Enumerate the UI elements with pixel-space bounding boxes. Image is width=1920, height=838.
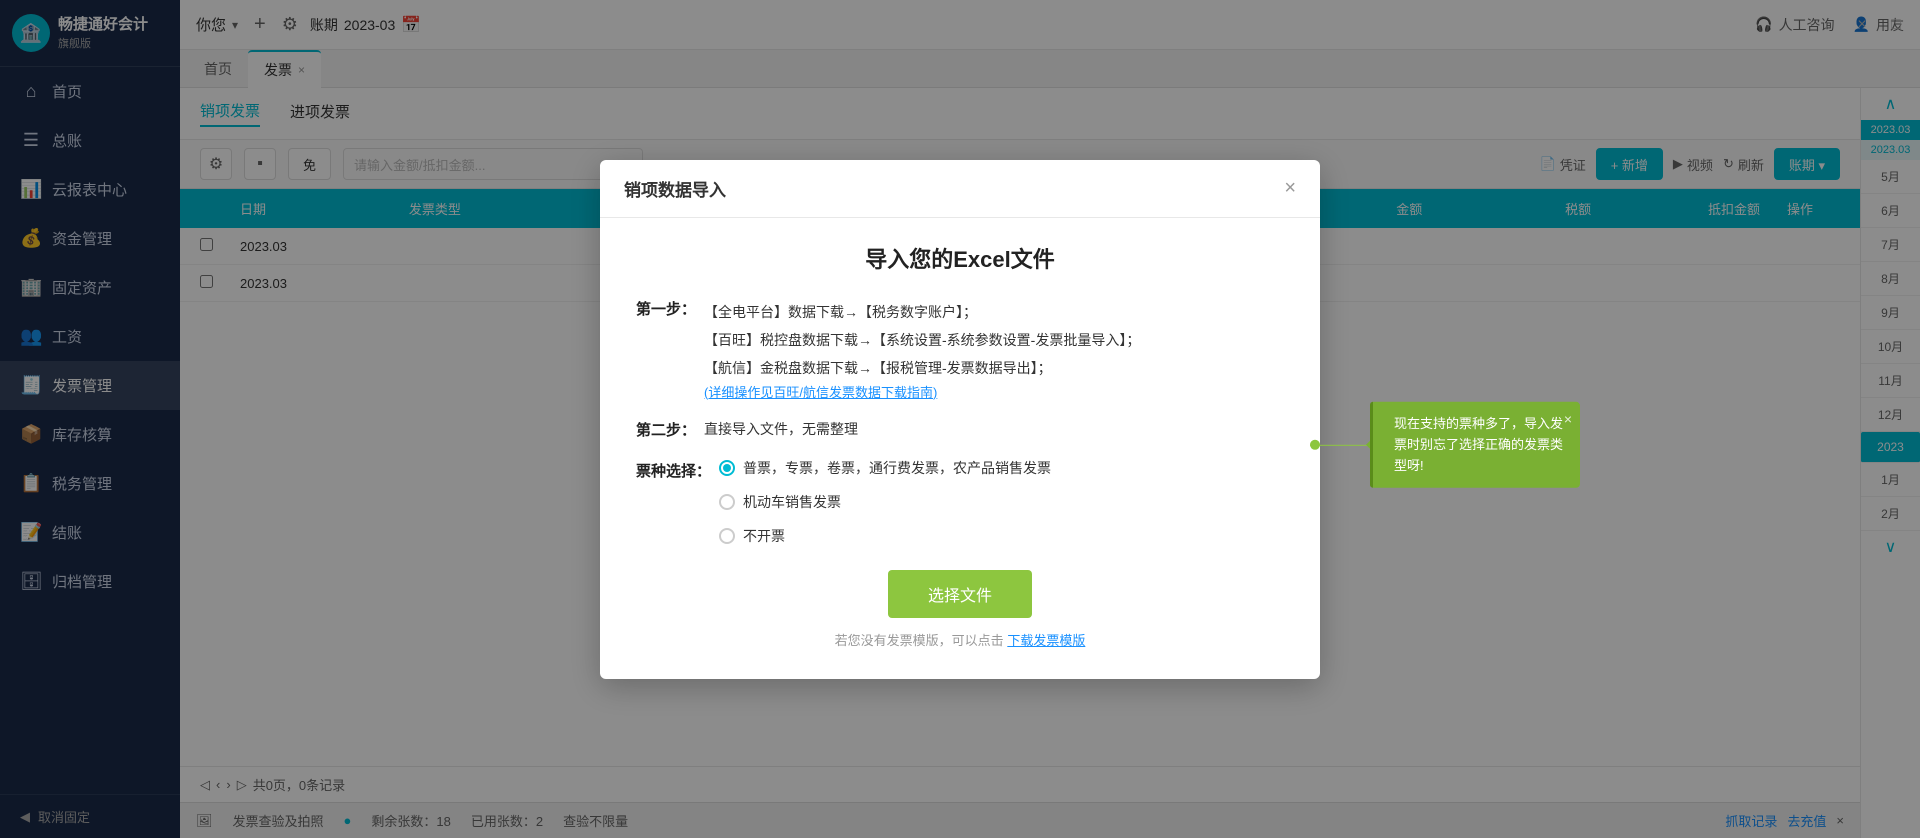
radio-group: 普票，专票，卷票，通行费发票，农产品销售发票 机动车销售发票 不开票 — [719, 458, 1051, 546]
modal-header: 销项数据导入 × — [600, 160, 1320, 218]
tooltip-dot — [1310, 440, 1320, 450]
radio1-label: 普票，专票，卷票，通行费发票，农产品销售发票 — [743, 458, 1051, 478]
tooltip-container: 现在支持的票种多了，导入发票时别忘了选择正确的发票类型呀! × — [1310, 402, 1580, 488]
tooltip-box: 现在支持的票种多了，导入发票时别忘了选择正确的发票类型呀! × — [1370, 402, 1580, 488]
ticket-label: 票种选择： — [636, 460, 711, 481]
radio3-label: 不开票 — [743, 526, 785, 546]
radio-item-1[interactable]: 普票，专票，卷票，通行费发票，农产品销售发票 — [719, 458, 1051, 478]
window-controls: × □ — [1838, 0, 1920, 50]
step2-content: 直接导入文件，无需整理 — [704, 419, 858, 439]
window-maximize-button[interactable]: □ — [1882, 11, 1910, 39]
modal-body: 导入您的Excel文件 第一步： 【全电平台】数据下载→【税务数字账户】； 【百… — [600, 218, 1320, 679]
step1-line2: 【百旺】税控盘数据下载→【系统设置-系统参数设置-发票批量导入】； — [704, 326, 1140, 354]
download-template-link[interactable]: 下载发票模版 — [1007, 633, 1085, 648]
radio-circle-3 — [719, 528, 735, 544]
tooltip-text: 现在支持的票种多了，导入发票时别忘了选择正确的发票类型呀! — [1394, 416, 1563, 473]
radio-circle-2 — [719, 494, 735, 510]
window-close-button[interactable]: × — [1848, 11, 1876, 39]
modal-overlay: 销项数据导入 × 导入您的Excel文件 第一步： 【全电平台】数据下载→【税务… — [0, 0, 1920, 838]
modal-btn-row: 选择文件 — [636, 570, 1284, 618]
modal-title: 销项数据导入 — [624, 176, 726, 201]
tooltip-accent-bar — [1370, 402, 1373, 488]
step1-note[interactable]: (详细操作见百旺/航信发票数据下载指南) — [704, 382, 1140, 401]
select-file-button[interactable]: 选择文件 — [888, 570, 1032, 618]
radio-item-3[interactable]: 不开票 — [719, 526, 1051, 546]
footer-text: 若您没有发票模版，可以点击 — [835, 633, 1004, 648]
import-title: 导入您的Excel文件 — [636, 242, 1284, 274]
radio-dot-1 — [723, 464, 731, 472]
step1-line3: 【航信】金税盘数据下载→【报税管理-发票数据导出】； — [704, 354, 1140, 382]
step2: 第二步： 直接导入文件，无需整理 — [636, 419, 1284, 440]
step1-label: 第一步： — [636, 298, 696, 401]
import-modal: 销项数据导入 × 导入您的Excel文件 第一步： 【全电平台】数据下载→【税务… — [600, 160, 1320, 679]
radio-circle-1 — [719, 460, 735, 476]
modal-footer: 若您没有发票模版，可以点击 下载发票模版 — [636, 630, 1284, 649]
radio-item-2[interactable]: 机动车销售发票 — [719, 492, 1051, 512]
modal-close-button[interactable]: × — [1284, 178, 1296, 198]
step1-line1: 【全电平台】数据下载→【税务数字账户】； — [704, 298, 1140, 326]
step2-label: 第二步： — [636, 419, 696, 440]
tooltip-close-button[interactable]: × — [1564, 408, 1572, 430]
radio2-label: 机动车销售发票 — [743, 492, 841, 512]
step1: 第一步： 【全电平台】数据下载→【税务数字账户】； 【百旺】税控盘数据下载→【系… — [636, 298, 1284, 401]
ticket-section: 票种选择： 普票，专票，卷票，通行费发票，农产品销售发票 机动车销售发票 — [636, 458, 1284, 546]
